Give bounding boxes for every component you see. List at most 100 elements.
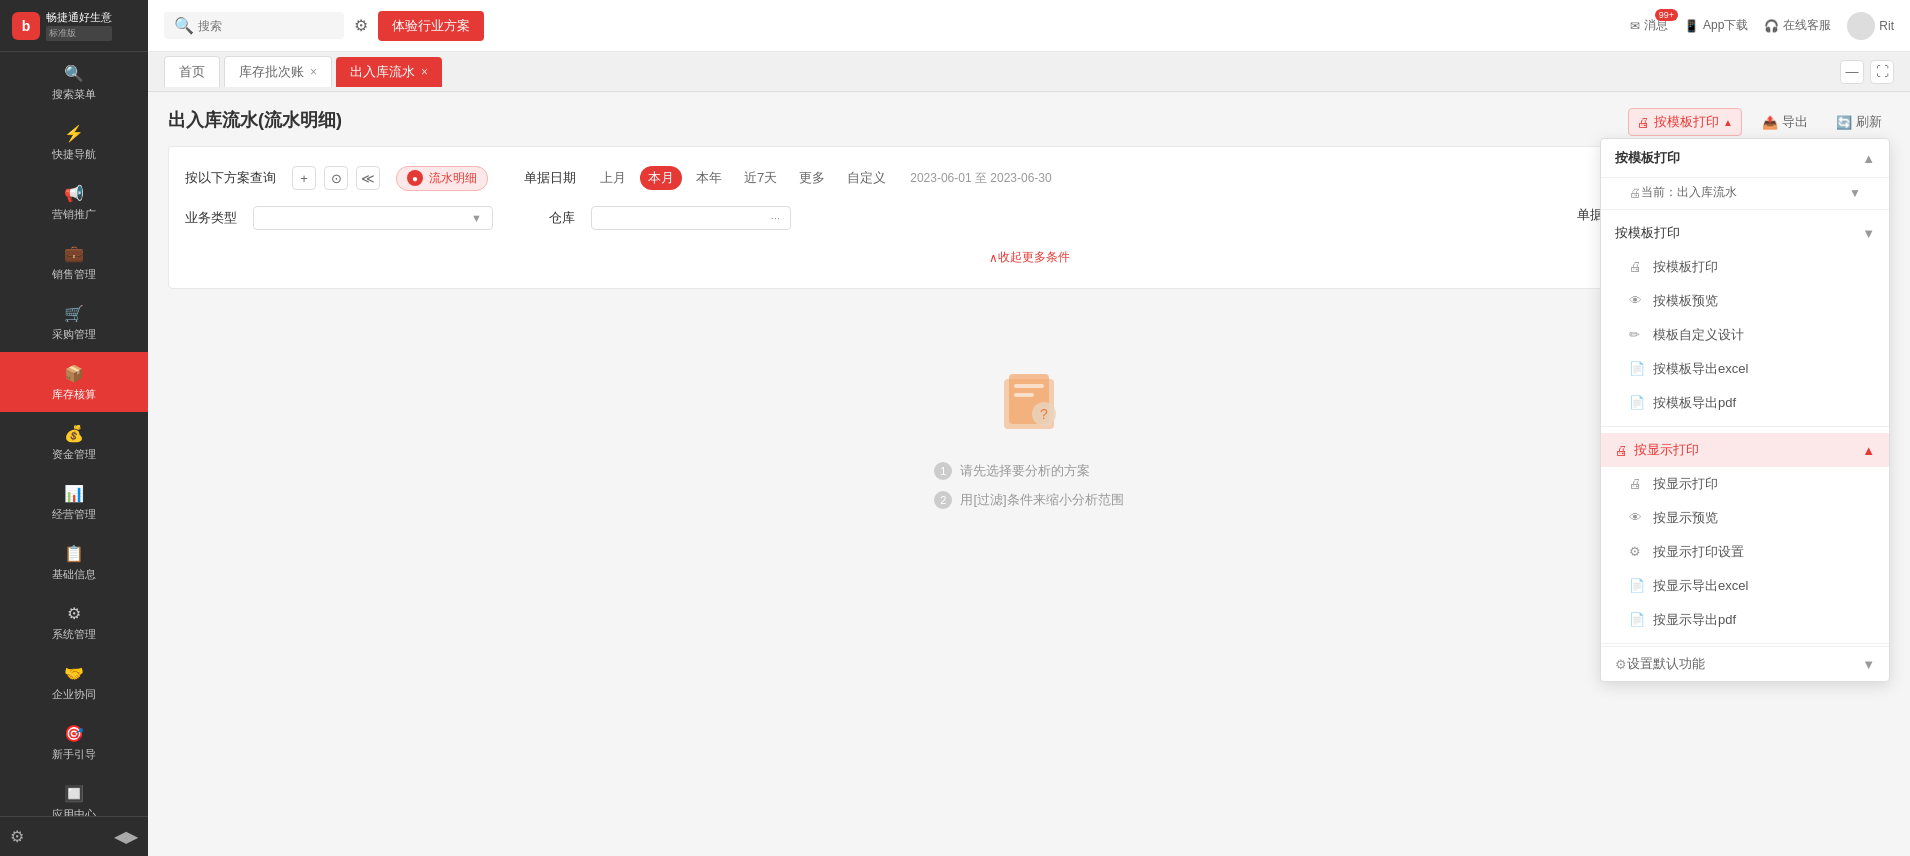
app-download-btn[interactable]: 📱 App下载 xyxy=(1684,17,1748,34)
tab-flow-close[interactable]: × xyxy=(421,65,428,79)
tab-bar: 首页 库存批次账 × 出入库流水 × — ⛶ xyxy=(148,52,1910,92)
settings-bottom-icon[interactable]: ⚙ xyxy=(10,827,24,846)
logo-icon: b xyxy=(12,12,40,40)
svg-rect-3 xyxy=(1014,393,1034,397)
apps-nav-icon: 🔲 xyxy=(63,782,85,804)
footer-arrow-icon: ▼ xyxy=(1862,657,1875,672)
sidebar-item-label-inventory: 库存核算 xyxy=(52,387,96,402)
sidebar-item-marketing[interactable]: 📢 营销推广 xyxy=(0,172,148,232)
sidebar-item-label-collab: 企业协同 xyxy=(52,687,96,702)
tab-home-label: 首页 xyxy=(179,64,205,79)
sidebar-item-label-search: 搜索菜单 xyxy=(52,87,96,102)
template-print-section: 按模板打印 ▼ 🖨 按模板打印 👁 按模板预览 ✏ 模板自定义设计 📄 xyxy=(1601,212,1889,424)
filter-tag-flow[interactable]: ● 流水明细 xyxy=(396,166,488,191)
tab-batch[interactable]: 库存批次账 × xyxy=(224,56,332,87)
headset-icon: 🎧 xyxy=(1764,19,1779,33)
sidebar-item-label-quick: 快捷导航 xyxy=(52,147,96,162)
empty-text: 1 请先选择要分析的方案 2 用[过滤]条件来缩小分析范围 xyxy=(934,455,1123,516)
tab-batch-close[interactable]: × xyxy=(310,65,317,79)
sidebar-item-sales[interactable]: 💼 销售管理 xyxy=(0,232,148,292)
date-btn-this-month[interactable]: 本月 xyxy=(640,166,682,190)
sidebar-item-finance[interactable]: 💰 资金管理 xyxy=(0,412,148,472)
dropdown-footer[interactable]: ⚙ 设置默认功能 ▼ xyxy=(1601,646,1889,681)
date-btn-custom[interactable]: 自定义 xyxy=(839,166,894,190)
template-export-excel-item[interactable]: 📄 按模板导出excel xyxy=(1601,352,1889,386)
search-icon: 🔍 xyxy=(174,16,194,35)
template-print-section-arrow: ▼ xyxy=(1862,226,1875,241)
sidebar-item-label-operations: 经营管理 xyxy=(52,507,96,522)
filter-settings-btn[interactable]: ⊙ xyxy=(324,166,348,190)
display-print-section-label: 按显示打印 xyxy=(1634,441,1699,459)
template-export-pdf-icon: 📄 xyxy=(1629,395,1645,411)
online-service-label: 在线客服 xyxy=(1783,17,1831,34)
dropdown-scroll-arrow-up[interactable]: ▲ xyxy=(1862,151,1875,166)
display-preview-icon: 👁 xyxy=(1629,510,1645,526)
sidebar-item-collab[interactable]: 🤝 企业协同 xyxy=(0,652,148,712)
business-type-select[interactable]: ▼ xyxy=(253,206,493,230)
sidebar-item-guide[interactable]: 🎯 新手引导 xyxy=(0,712,148,772)
tab-maximize-btn[interactable]: ⛶ xyxy=(1870,60,1894,84)
template-print-label: 按模板打印 xyxy=(1653,258,1718,276)
template-print-section-header[interactable]: 按模板打印 ▼ xyxy=(1601,216,1889,250)
main-content: 🔍 ⚙ 体验行业方案 ✉ 消息 99+ 📱 App下载 🎧 在线客服 Ri xyxy=(148,0,1910,856)
empty-step-2: 2 用[过滤]条件来缩小分析范围 xyxy=(934,487,1123,513)
tab-flow[interactable]: 出入库流水 × xyxy=(336,57,442,87)
app-name: 畅捷通好生意 xyxy=(46,10,112,24)
display-print-item[interactable]: 🖨 按显示打印 xyxy=(1601,467,1889,501)
sidebar-item-label-finance: 资金管理 xyxy=(52,447,96,462)
collapse-sidebar-icon[interactable]: ◀▶ xyxy=(114,827,138,846)
display-print-section-header[interactable]: 🖨 按显示打印 ▲ xyxy=(1601,433,1889,467)
tab-minimize-btn[interactable]: — xyxy=(1840,60,1864,84)
sidebar-item-purchase[interactable]: 🛒 采购管理 xyxy=(0,292,148,352)
sidebar-item-label-marketing: 营销推广 xyxy=(52,207,96,222)
filter-collapse-btn[interactable]: ≪ xyxy=(356,166,380,190)
date-btn-7days[interactable]: 近7天 xyxy=(736,166,785,190)
phone-icon: 📱 xyxy=(1684,19,1699,33)
date-btn-last-month[interactable]: 上月 xyxy=(592,166,634,190)
sidebar-item-apps[interactable]: 🔲 应用中心 xyxy=(0,772,148,816)
display-print-icon: 🖨 xyxy=(1629,476,1645,492)
date-btn-more[interactable]: 更多 xyxy=(791,166,833,190)
date-btn-this-year[interactable]: 本年 xyxy=(688,166,730,190)
warehouse-select[interactable]: ··· xyxy=(591,206,791,230)
filter-add-btn[interactable]: + xyxy=(292,166,316,190)
print-template-btn[interactable]: 🖨 按模板打印 ▲ xyxy=(1628,108,1742,136)
display-export-excel-item[interactable]: 📄 按显示导出excel xyxy=(1601,569,1889,603)
refresh-btn[interactable]: 🔄 刷新 xyxy=(1828,109,1890,135)
sidebar-item-basic[interactable]: 📋 基础信息 xyxy=(0,532,148,592)
sidebar-item-system[interactable]: ⚙ 系统管理 xyxy=(0,592,148,652)
sidebar-item-search[interactable]: 🔍 搜索菜单 xyxy=(0,52,148,112)
template-preview-item[interactable]: 👁 按模板预览 xyxy=(1601,284,1889,318)
topbar-search-box[interactable]: 🔍 xyxy=(164,12,344,39)
current-template-label: 当前：出入库流水 xyxy=(1641,184,1737,201)
template-custom-item[interactable]: ✏ 模板自定义设计 xyxy=(1601,318,1889,352)
template-print-item[interactable]: 🖨 按模板打印 xyxy=(1601,250,1889,284)
step-2-num: 2 xyxy=(934,491,952,509)
collapse-more-btn[interactable]: ∧ 收起更多条件 xyxy=(983,243,1076,272)
filter-tag-icon: ● xyxy=(407,170,423,186)
empty-step-1: 1 请先选择要分析的方案 xyxy=(934,458,1123,484)
display-export-pdf-item[interactable]: 📄 按显示导出pdf xyxy=(1601,603,1889,637)
sidebar-item-quick[interactable]: ⚡ 快捷导航 xyxy=(0,112,148,172)
user-area[interactable]: Rit xyxy=(1847,12,1894,40)
sidebar-item-inventory[interactable]: 📦 库存核算 xyxy=(0,352,148,412)
step-1-num: 1 xyxy=(934,462,952,480)
message-btn[interactable]: ✉ 消息 99+ xyxy=(1630,17,1668,34)
display-preview-item[interactable]: 👁 按显示预览 xyxy=(1601,501,1889,535)
display-print-settings-item[interactable]: ⚙ 按显示打印设置 xyxy=(1601,535,1889,569)
sidebar-item-operations[interactable]: 📊 经营管理 xyxy=(0,472,148,532)
online-service-btn[interactable]: 🎧 在线客服 xyxy=(1764,17,1831,34)
trial-btn[interactable]: 体验行业方案 xyxy=(378,11,484,41)
export-btn[interactable]: 📤 导出 xyxy=(1754,109,1816,135)
filter-action-btns: + ⊙ ≪ xyxy=(292,166,380,190)
inventory-nav-icon: 📦 xyxy=(63,362,85,384)
search-input[interactable] xyxy=(198,19,328,33)
print-arrow-icon: ▲ xyxy=(1723,117,1733,128)
display-preview-label: 按显示预览 xyxy=(1653,509,1718,527)
tab-flow-label: 出入库流水 xyxy=(350,63,415,81)
tab-home[interactable]: 首页 xyxy=(164,56,220,87)
topbar-gear-icon[interactable]: ⚙ xyxy=(354,16,368,35)
current-template-arrow[interactable]: ▼ xyxy=(1849,186,1861,200)
step-2-text: 用[过滤]条件来缩小分析范围 xyxy=(960,487,1123,513)
template-export-pdf-item[interactable]: 📄 按模板导出pdf xyxy=(1601,386,1889,420)
